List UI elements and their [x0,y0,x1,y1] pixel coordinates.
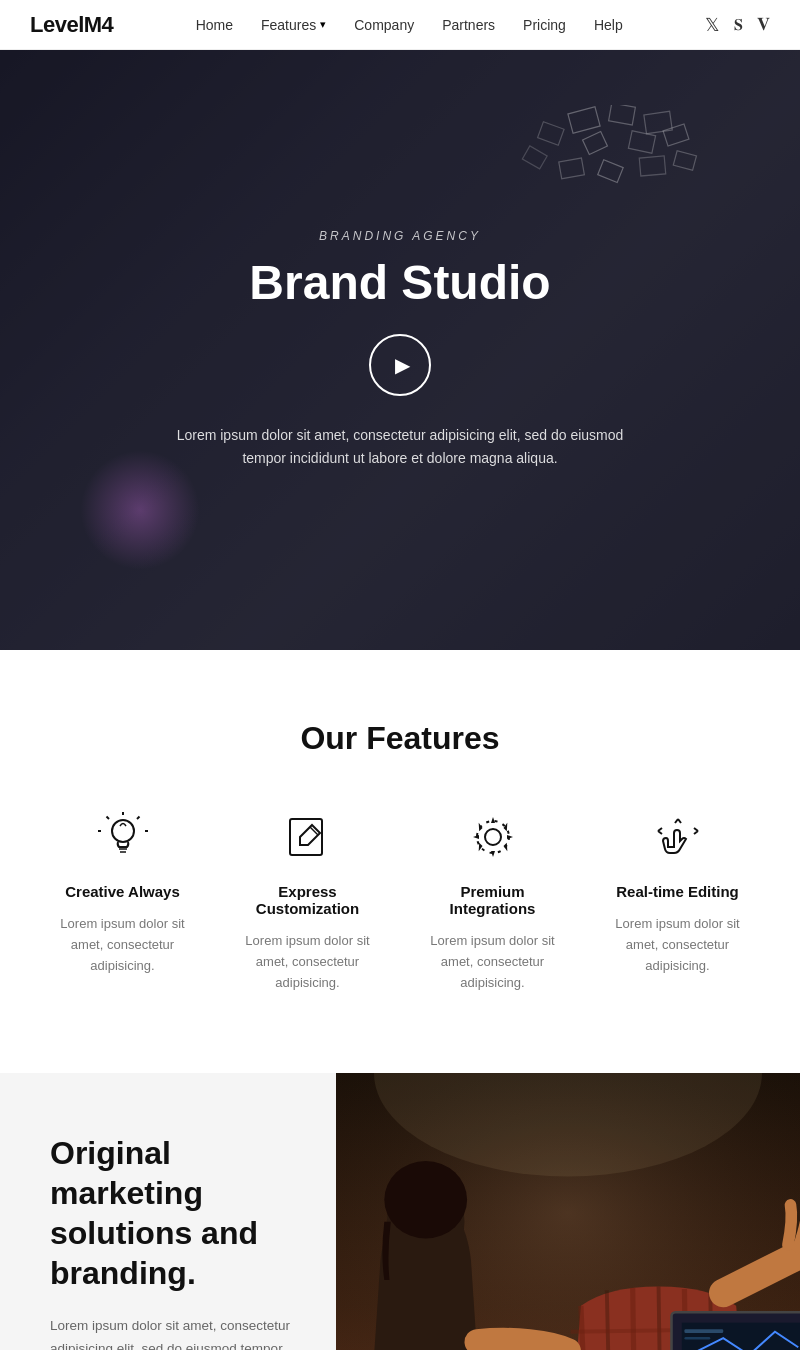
svg-line-16 [106,817,109,820]
edit-icon [278,807,338,867]
feature-desc-realtime: Lorem ipsum dolor sit amet, consectetur … [605,914,750,976]
brand-logo[interactable]: LevelM4 [30,12,113,38]
svg-line-14 [137,817,140,820]
main-nav: Home Features Company Partners Pricing H… [196,16,623,34]
hero-subtitle: BRANDING AGENCY [319,229,481,243]
hero-title: Brand Studio [249,257,550,310]
feature-item-customization: Express Customization Lorem ipsum dolor … [225,807,390,993]
feature-item-creative: Creative Always Lorem ipsum dolor sit am… [40,807,205,993]
navbar: LevelM4 Home Features Company Partners P… [0,0,800,50]
svg-rect-35 [684,1337,710,1340]
features-section: Our Features Creative Alway [0,650,800,1073]
twitter-icon[interactable]: 𝕏 [705,14,720,36]
marketing-title: Original marketing solutions and brandin… [50,1133,296,1293]
scene-svg [336,1073,800,1350]
feature-item-realtime: Real-time Editing Lorem ipsum dolor sit … [595,807,760,993]
feature-item-integrations: Premium Integrations Lorem ipsum dolor s… [410,807,575,993]
nav-item-home[interactable]: Home [196,16,233,34]
marketing-section: Original marketing solutions and brandin… [0,1073,800,1350]
feature-name-creative: Creative Always [65,883,180,900]
hero-section: BRANDING AGENCY Brand Studio Lorem ipsum… [0,50,800,650]
marketing-description: Lorem ipsum dolor sit amet, consectetur … [50,1315,296,1350]
nav-item-pricing[interactable]: Pricing [523,16,566,34]
feature-desc-customization: Lorem ipsum dolor sit amet, consectetur … [235,931,380,993]
svg-rect-34 [684,1330,723,1334]
feature-name-customization: Express Customization [235,883,380,917]
gear-icon [463,807,523,867]
svg-point-23 [485,829,501,845]
nav-item-help[interactable]: Help [594,16,623,34]
feature-desc-integrations: Lorem ipsum dolor sit amet, consectetur … [420,931,565,993]
features-grid: Creative Always Lorem ipsum dolor sit am… [40,807,760,993]
features-title: Our Features [40,720,760,757]
feature-desc-creative: Lorem ipsum dolor sit amet, consectetur … [50,914,195,976]
feature-name-realtime: Real-time Editing [616,883,739,900]
vimeo-icon[interactable]: 𝐕 [757,14,770,35]
lamp-glow-effect [80,450,200,570]
touch-icon [648,807,708,867]
nav-item-features[interactable]: Features [261,17,326,33]
nav-item-company[interactable]: Company [354,16,414,34]
bulb-icon [93,807,153,867]
hero-description: Lorem ipsum dolor sit amet, consectetur … [170,424,630,472]
meeting-scene [336,1073,800,1350]
play-button[interactable] [369,334,431,396]
marketing-image [336,1073,800,1350]
skype-icon[interactable]: 𝐒 [734,16,743,34]
social-icons: 𝕏 𝐒 𝐕 [705,14,770,36]
nav-item-partners[interactable]: Partners [442,16,495,34]
svg-point-30 [384,1161,467,1239]
marketing-content: Original marketing solutions and brandin… [0,1073,336,1350]
feature-name-integrations: Premium Integrations [420,883,565,917]
svg-point-24 [477,821,509,853]
